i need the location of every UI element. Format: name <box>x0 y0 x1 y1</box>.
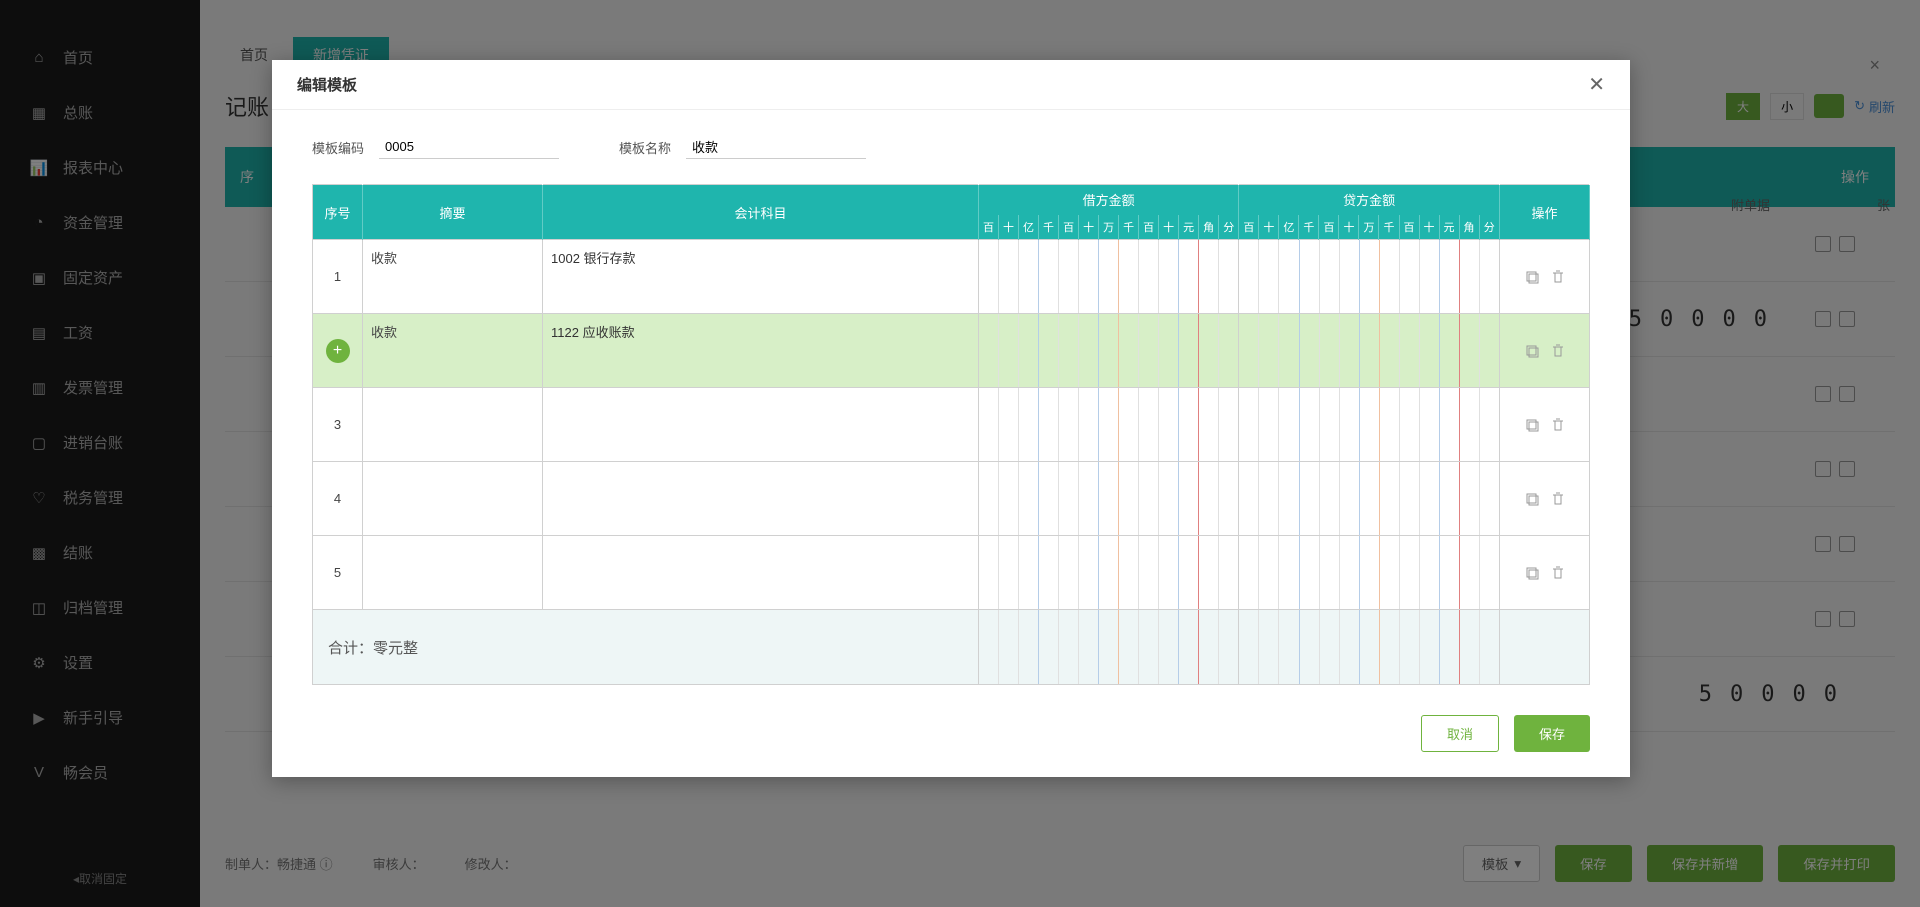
summary-cell[interactable]: 收款 <box>363 314 543 388</box>
credit-cell[interactable] <box>1239 536 1500 610</box>
th-credit: 贷方金额 <box>1239 185 1500 215</box>
table-row[interactable]: 5 <box>313 536 1590 610</box>
credit-cell[interactable] <box>1239 462 1500 536</box>
th-debit: 借方金额 <box>979 185 1239 215</box>
delete-icon[interactable] <box>1550 491 1566 507</box>
subject-cell[interactable]: 1002 银行存款 <box>543 240 979 314</box>
th-subject: 会计科目 <box>543 185 979 240</box>
debit-cell[interactable] <box>979 388 1239 462</box>
th-seq: 序号 <box>313 185 363 240</box>
edit-template-modal: 编辑模板 ✕ 模板编码 模板名称 序号 摘要 会计科目 借方金额 贷方金额 <box>272 60 1630 777</box>
summary-cell[interactable]: 收款 <box>363 240 543 314</box>
copy-icon[interactable] <box>1524 565 1540 581</box>
op-cell <box>1500 314 1590 388</box>
debit-cell[interactable] <box>979 240 1239 314</box>
copy-icon[interactable] <box>1524 491 1540 507</box>
debit-cell[interactable] <box>979 462 1239 536</box>
summary-cell[interactable] <box>363 462 543 536</box>
credit-cell[interactable] <box>1239 314 1500 388</box>
seq-cell: + <box>313 314 363 388</box>
add-row-button[interactable]: + <box>326 339 350 363</box>
template-code-label: 模板编码 <box>312 138 364 157</box>
delete-icon[interactable] <box>1550 269 1566 285</box>
template-name-label: 模板名称 <box>619 138 671 157</box>
delete-icon[interactable] <box>1550 343 1566 359</box>
op-cell <box>1500 388 1590 462</box>
template-code-input[interactable] <box>379 135 559 159</box>
summary-cell[interactable] <box>363 388 543 462</box>
copy-icon[interactable] <box>1524 343 1540 359</box>
seq-cell: 3 <box>313 388 363 462</box>
template-name-input[interactable] <box>686 135 866 159</box>
modal-footer: 取消 保存 <box>272 700 1630 777</box>
credit-cell[interactable] <box>1239 240 1500 314</box>
op-cell <box>1500 536 1590 610</box>
subject-cell[interactable] <box>543 536 979 610</box>
table-row[interactable]: 3 <box>313 388 1590 462</box>
delete-icon[interactable] <box>1550 417 1566 433</box>
th-summary: 摘要 <box>363 185 543 240</box>
op-cell <box>1500 240 1590 314</box>
summary-cell[interactable] <box>363 536 543 610</box>
copy-icon[interactable] <box>1524 269 1540 285</box>
credit-cell[interactable] <box>1239 388 1500 462</box>
modal-header: 编辑模板 ✕ <box>272 60 1630 110</box>
save-button[interactable]: 保存 <box>1514 715 1590 752</box>
copy-icon[interactable] <box>1524 417 1540 433</box>
table-row[interactable]: 1 收款 1002 银行存款 <box>313 240 1590 314</box>
template-table: 序号 摘要 会计科目 借方金额 贷方金额 操作 百十亿千百十万千百十元角分 百十… <box>312 184 1590 685</box>
subject-cell[interactable] <box>543 462 979 536</box>
table-row[interactable]: 4 <box>313 462 1590 536</box>
subject-cell[interactable]: 1122 应收账款 <box>543 314 979 388</box>
op-cell <box>1500 462 1590 536</box>
th-op: 操作 <box>1500 185 1590 240</box>
delete-icon[interactable] <box>1550 565 1566 581</box>
total-row: 合计：零元整 <box>313 610 1590 685</box>
cancel-button[interactable]: 取消 <box>1421 715 1499 752</box>
seq-cell: 1 <box>313 240 363 314</box>
close-icon[interactable]: ✕ <box>1588 72 1605 97</box>
seq-cell: 4 <box>313 462 363 536</box>
debit-cell[interactable] <box>979 536 1239 610</box>
seq-cell: 5 <box>313 536 363 610</box>
modal-title: 编辑模板 <box>297 74 357 95</box>
table-row[interactable]: + 收款 1122 应收账款 <box>313 314 1590 388</box>
debit-cell[interactable] <box>979 314 1239 388</box>
subject-cell[interactable] <box>543 388 979 462</box>
